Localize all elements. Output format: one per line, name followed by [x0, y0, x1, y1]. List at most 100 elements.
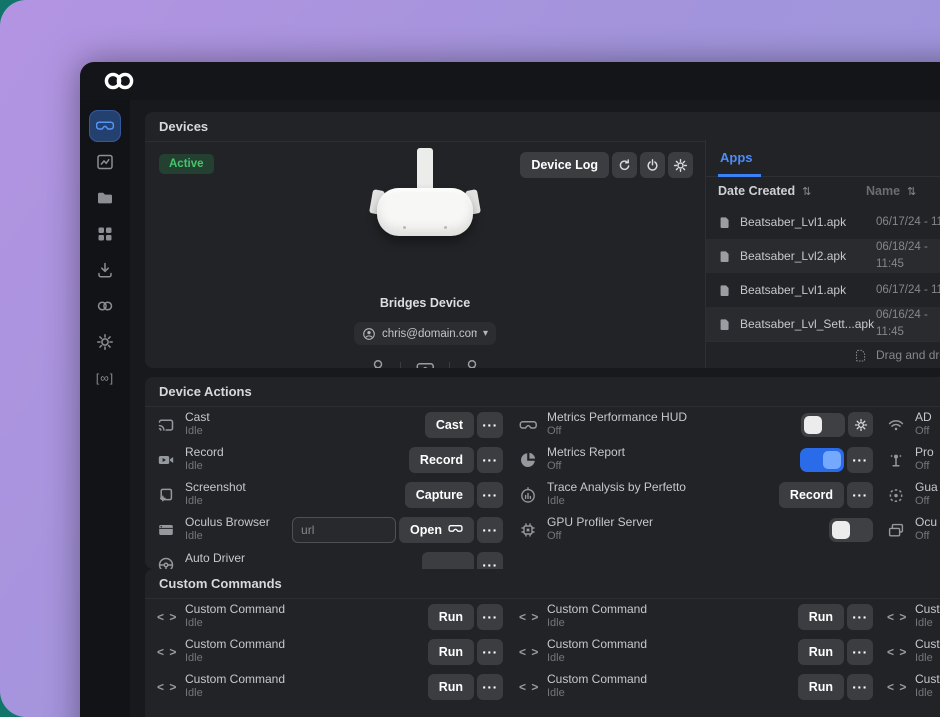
device-settings-button[interactable] — [668, 152, 693, 178]
app-window: [∞] Devices Active Device Log Bridges De… — [80, 62, 940, 717]
code-icon: < > — [519, 609, 540, 624]
more-options-button[interactable]: ··· — [477, 638, 503, 665]
guardian-icon — [889, 488, 903, 502]
gpu-icon — [521, 522, 535, 537]
run-command-button[interactable]: Run — [797, 638, 844, 665]
left-controller-status — [352, 358, 400, 368]
sidebar: [∞] — [80, 100, 130, 717]
code-icon: < > — [157, 679, 178, 694]
pie-icon — [521, 452, 536, 467]
action-row-guardian: Gua Off — [885, 477, 940, 512]
more-options-button[interactable]: ··· — [847, 603, 873, 630]
perfetto-icon — [521, 486, 535, 503]
auto-driver-button[interactable] — [422, 551, 474, 569]
devices-panel-title: Devices — [145, 112, 705, 142]
dashed-file-icon — [856, 349, 866, 362]
custom-command-row: < > Custom Command Idle Run ··· — [155, 669, 505, 704]
sidebar-item-apps[interactable] — [87, 216, 123, 252]
custom-command-row: < > Custom CommandIdle — [887, 602, 940, 630]
action-row-proximity: Pro Off — [885, 442, 940, 477]
code-icon: < > — [887, 609, 908, 624]
sidebar-item-dev-tools[interactable]: [∞] — [87, 360, 123, 396]
sidebar-item-meta[interactable] — [87, 288, 123, 324]
more-options-button[interactable]: ··· — [847, 481, 873, 508]
wifi-icon — [888, 419, 904, 430]
more-options-button[interactable]: ··· — [847, 638, 873, 665]
run-command-button[interactable]: Run — [427, 673, 474, 700]
column-date-created[interactable]: Date Created ⇅ — [718, 184, 811, 198]
meta-logo-icon — [104, 72, 134, 90]
gear-icon — [673, 158, 688, 172]
more-options-button[interactable]: ··· — [477, 446, 503, 473]
browser-icon — [159, 524, 173, 535]
file-icon — [720, 284, 729, 296]
more-options-button[interactable]: ··· — [477, 411, 503, 438]
more-options-button[interactable]: ··· — [477, 551, 503, 569]
run-command-button[interactable]: Run — [797, 603, 844, 630]
action-row-auto-driver: Auto Driver ··· — [155, 547, 505, 569]
more-options-button[interactable]: ··· — [477, 516, 503, 543]
perfetto-record-button[interactable]: Record — [778, 481, 844, 508]
screenshot-icon — [159, 488, 173, 501]
apps-panel: Apps Date Created ⇅ Name ⇅ Beatsaber_Lvl1.… — [705, 140, 940, 368]
run-command-button[interactable]: Run — [427, 638, 474, 665]
metrics-report-toggle[interactable] — [800, 447, 844, 472]
apk-row[interactable]: Beatsaber_Lvl_Sett...apk 06/16/24 - 11:4… — [706, 307, 940, 341]
action-row-browser: Oculus BrowserIdle Open ··· — [155, 512, 505, 547]
sidebar-item-performance[interactable] — [87, 144, 123, 180]
code-icon: < > — [519, 644, 540, 659]
sidebar-item-settings[interactable] — [87, 324, 123, 360]
sidebar-item-downloads[interactable] — [87, 252, 123, 288]
open-browser-button[interactable]: Open — [399, 516, 474, 543]
tab-apps[interactable]: Apps — [718, 150, 761, 177]
record-button[interactable]: Record — [408, 446, 474, 473]
action-row-adb-wifi: AD Off — [885, 407, 940, 442]
hud-icon — [519, 420, 537, 429]
status-badge: Active — [159, 154, 214, 174]
apk-row[interactable]: Beatsaber_Lvl1.apk 06/17/24 - 11:45 — [706, 205, 940, 239]
apps-tabbar: Apps — [706, 140, 940, 177]
power-button[interactable] — [640, 152, 665, 178]
device-log-button[interactable]: Device Log — [520, 152, 609, 178]
device-actions-panel: Device Actions Cast Idle Cast ··· Record Id… — [145, 377, 940, 569]
run-command-button[interactable]: Run — [797, 673, 844, 700]
account-select[interactable]: chris@domain.com ▾ — [354, 322, 496, 345]
sidebar-item-file-manager[interactable] — [87, 180, 123, 216]
actions-column-2: Metrics Performance HUD Off Metrics Repor… — [517, 407, 875, 547]
action-row-screen-share: Ocu Off — [885, 512, 940, 547]
auto-driver-icon — [158, 557, 174, 569]
device-log-toolbar: Device Log — [520, 152, 693, 178]
more-options-button[interactable]: ··· — [477, 603, 503, 630]
sidebar-item-device-manager[interactable] — [89, 110, 121, 142]
cast-button[interactable]: Cast — [424, 411, 474, 438]
more-options-button[interactable]: ··· — [847, 673, 873, 700]
url-input[interactable] — [292, 516, 397, 543]
sort-icon: ⇅ — [907, 185, 917, 198]
action-row-perfetto: Trace Analysis by Perfetto Idle Record ··· — [517, 477, 875, 512]
more-options-button[interactable]: ··· — [477, 673, 503, 700]
actions-column-1: Cast Idle Cast ··· Record Idle Record ··· Sc… — [155, 407, 505, 569]
more-options-button[interactable]: ··· — [477, 481, 503, 508]
refresh-icon — [619, 158, 630, 170]
left-controller-icon — [373, 359, 383, 368]
custom-command-row: < > Custom Command Idle Run ··· — [517, 669, 875, 704]
apk-row[interactable]: Beatsaber_Lvl2.apk 06/18/24 - 11:45 — [706, 239, 940, 273]
window-topbar — [80, 62, 940, 100]
hud-settings-button[interactable] — [848, 412, 873, 437]
devices-panel: Devices Active Device Log Bridges Device… — [145, 112, 940, 368]
sort-icon: ⇅ — [802, 185, 812, 198]
apk-row[interactable]: Beatsaber_Lvl1.apk 06/17/24 - 11:45 — [706, 273, 940, 307]
apps-table-header: Date Created ⇅ Name ⇅ — [706, 177, 940, 205]
apk-dropzone[interactable]: Drag and drop — [706, 341, 940, 368]
gpu-profiler-toggle[interactable] — [829, 517, 873, 542]
action-row-metrics-hud: Metrics Performance HUD Off — [517, 407, 875, 442]
headset-status — [401, 358, 449, 368]
hud-toggle[interactable] — [801, 412, 845, 437]
more-options-button[interactable]: ··· — [847, 446, 873, 473]
refresh-button[interactable] — [612, 152, 637, 178]
custom-commands-panel: Custom Commands < > Custom Command Idle R… — [145, 569, 940, 717]
run-command-button[interactable]: Run — [427, 603, 474, 630]
commands-column-1: < > Custom Command Idle Run ··· < > Custom… — [155, 599, 505, 704]
column-name[interactable]: Name ⇅ — [866, 184, 916, 198]
capture-button[interactable]: Capture — [404, 481, 474, 508]
